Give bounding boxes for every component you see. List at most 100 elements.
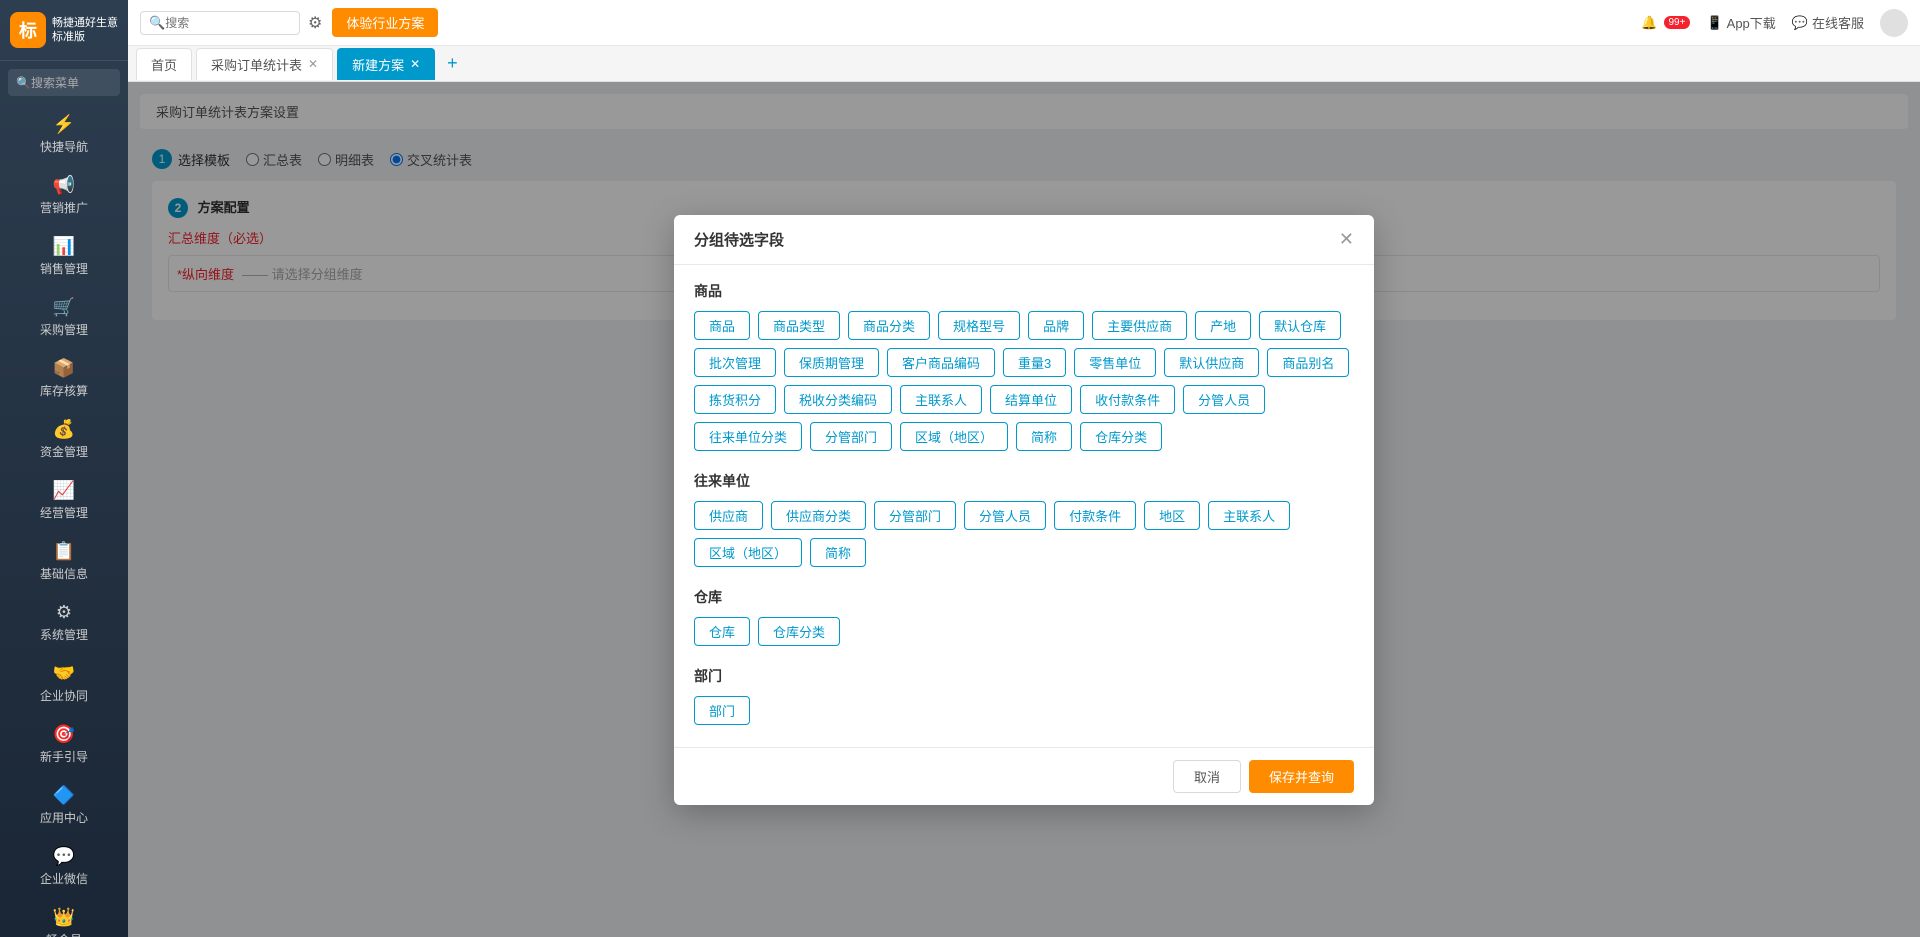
field-tag[interactable]: 简称 bbox=[810, 538, 866, 567]
field-tag[interactable]: 税收分类编码 bbox=[784, 385, 892, 414]
field-tag[interactable]: 分管人员 bbox=[964, 501, 1046, 530]
dialog-close-button[interactable]: ✕ bbox=[1339, 229, 1354, 250]
field-tag[interactable]: 分管部门 bbox=[874, 501, 956, 530]
sidebar-label: 资金管理 bbox=[40, 443, 88, 460]
tabs-plus-icon[interactable]: + bbox=[439, 53, 466, 74]
section-warehouse: 仓库仓库仓库分类 bbox=[694, 587, 1354, 646]
field-tag[interactable]: 商品别名 bbox=[1267, 348, 1349, 377]
section-title-product: 商品 bbox=[694, 281, 1354, 301]
tab-首页[interactable]: 首页 bbox=[136, 48, 192, 80]
field-tag[interactable]: 商品 bbox=[694, 311, 750, 340]
sidebar-item-采购管理[interactable]: 🛒 采购管理 bbox=[0, 287, 128, 348]
sidebar-label: 基础信息 bbox=[40, 565, 88, 582]
cancel-button[interactable]: 取消 bbox=[1173, 760, 1241, 793]
field-tag[interactable]: 仓库 bbox=[694, 617, 750, 646]
sidebar-item-新手引导[interactable]: 🎯新手引导 bbox=[0, 714, 128, 775]
field-tag[interactable]: 主要供应商 bbox=[1092, 311, 1187, 340]
sidebar-icon: 💬 bbox=[53, 846, 75, 867]
app-download-icon: 📱 bbox=[1706, 15, 1722, 31]
tab-采购订单统计表[interactable]: 采购订单统计表 ✕ bbox=[196, 48, 333, 80]
field-tag[interactable]: 结算单位 bbox=[990, 385, 1072, 414]
sidebar-label: 营销推广 bbox=[40, 199, 88, 216]
sidebar-icon: 👑 bbox=[53, 907, 75, 928]
sidebar-label: 新手引导 bbox=[40, 748, 88, 765]
field-tag[interactable]: 收付款条件 bbox=[1080, 385, 1175, 414]
field-tag[interactable]: 客户商品编码 bbox=[887, 348, 995, 377]
search-input[interactable] bbox=[165, 16, 285, 30]
sidebar-icon: 🔷 bbox=[53, 785, 75, 806]
field-tag[interactable]: 区域（地区） bbox=[900, 422, 1008, 451]
sidebar-item-销售管理[interactable]: 📊销售管理 bbox=[0, 226, 128, 287]
field-tag[interactable]: 产地 bbox=[1195, 311, 1251, 340]
sidebar-item-营销推广[interactable]: 📢营销推广 bbox=[0, 165, 128, 226]
dialog-overlay: 分组待选字段 ✕ 商品商品商品类型商品分类规格型号品牌主要供应商产地默认仓库批次… bbox=[128, 82, 1920, 937]
sidebar-label: 采购管理 bbox=[40, 321, 88, 338]
field-tag[interactable]: 品牌 bbox=[1028, 311, 1084, 340]
tab-close-icon[interactable]: ✕ bbox=[410, 57, 420, 71]
field-tag[interactable]: 主联系人 bbox=[900, 385, 982, 414]
sidebar-icon: ⚡ bbox=[53, 114, 75, 135]
field-tag[interactable]: 地区 bbox=[1144, 501, 1200, 530]
sidebar-icon: 📋 bbox=[53, 541, 75, 562]
notification-item[interactable]: 🔔 99+ bbox=[1641, 15, 1690, 31]
tab-新建方案[interactable]: 新建方案✕ bbox=[337, 48, 435, 80]
field-tag[interactable]: 供应商分类 bbox=[771, 501, 866, 530]
field-tag[interactable]: 商品类型 bbox=[758, 311, 840, 340]
tab-label: 首页 bbox=[151, 55, 177, 74]
online-service-item[interactable]: 💬 在线客服 bbox=[1792, 13, 1864, 32]
sidebar-item-基础信息[interactable]: 📋 基础信息 bbox=[0, 531, 128, 592]
section-partner: 往来单位供应商供应商分类分管部门分管人员付款条件地区主联系人区域（地区）简称 bbox=[694, 471, 1354, 567]
sidebar-item-企业微信[interactable]: 💬企业微信 bbox=[0, 836, 128, 897]
field-tag[interactable]: 商品分类 bbox=[848, 311, 930, 340]
field-tag[interactable]: 仓库分类 bbox=[1080, 422, 1162, 451]
notification-badge: 99+ bbox=[1664, 16, 1691, 29]
sidebar-item-系统管理[interactable]: ⚙系统管理 bbox=[0, 592, 128, 653]
field-tag[interactable]: 保质期管理 bbox=[784, 348, 879, 377]
field-tag[interactable]: 付款条件 bbox=[1054, 501, 1136, 530]
field-tag[interactable]: 主联系人 bbox=[1208, 501, 1290, 530]
sidebar-label: 应用中心 bbox=[40, 809, 88, 826]
tab-close-icon[interactable]: ✕ bbox=[308, 57, 318, 71]
field-tag[interactable]: 重量3 bbox=[1003, 348, 1066, 377]
sidebar-item-畅会员[interactable]: 👑 畅会员 bbox=[0, 897, 128, 937]
settings-icon[interactable]: ⚙ bbox=[308, 13, 322, 33]
sidebar-icon: 📦 bbox=[53, 358, 75, 379]
field-tag[interactable]: 分管部门 bbox=[810, 422, 892, 451]
sidebar-item-应用中心[interactable]: 🔷 应用中心 bbox=[0, 775, 128, 836]
field-tag[interactable]: 简称 bbox=[1016, 422, 1072, 451]
sidebar-label: 企业协同 bbox=[40, 687, 88, 704]
logo-text: 畅捷通好生意 标准版 bbox=[52, 16, 118, 45]
field-tag[interactable]: 往来单位分类 bbox=[694, 422, 802, 451]
field-tag[interactable]: 批次管理 bbox=[694, 348, 776, 377]
service-icon: 💬 bbox=[1792, 15, 1808, 31]
sidebar-item-快捷导航[interactable]: ⚡快捷导航 bbox=[0, 104, 128, 165]
field-tag[interactable]: 默认仓库 bbox=[1259, 311, 1341, 340]
sidebar-item-企业协同[interactable]: 🤝企业协同 bbox=[0, 653, 128, 714]
field-tag[interactable]: 默认供应商 bbox=[1164, 348, 1259, 377]
field-tag[interactable]: 拣货积分 bbox=[694, 385, 776, 414]
sidebar-logo: 标 畅捷通好生意 标准版 bbox=[0, 0, 128, 61]
sidebar-icon: ⚙ bbox=[56, 602, 72, 623]
tab-label: 采购订单统计表 bbox=[211, 55, 302, 74]
sidebar-icon: 🛒 bbox=[53, 297, 75, 318]
field-tag[interactable]: 部门 bbox=[694, 696, 750, 725]
field-tag[interactable]: 分管人员 bbox=[1183, 385, 1265, 414]
sidebar-label: 畅会员 bbox=[46, 931, 82, 937]
dialog-header: 分组待选字段 ✕ bbox=[674, 215, 1374, 265]
sidebar-item-经营管理[interactable]: 📈经营管理 bbox=[0, 470, 128, 531]
avatar[interactable] bbox=[1880, 9, 1908, 37]
experience-btn[interactable]: 体验行业方案 bbox=[332, 8, 438, 37]
sidebar: 标 畅捷通好生意 标准版 🔍 搜索菜单 ⚡快捷导航📢营销推广📊销售管理 🛒 采购管理… bbox=[0, 0, 128, 937]
tabs-bar: 首页采购订单统计表✕新建方案✕ + bbox=[128, 46, 1920, 82]
field-tag[interactable]: 供应商 bbox=[694, 501, 763, 530]
field-tag[interactable]: 区域（地区） bbox=[694, 538, 802, 567]
header-right: 🔔 99+ 📱 App下载 💬 在线客服 bbox=[1641, 9, 1908, 37]
field-tag[interactable]: 仓库分类 bbox=[758, 617, 840, 646]
sidebar-item-资金管理[interactable]: 💰资金管理 bbox=[0, 409, 128, 470]
field-tag[interactable]: 零售单位 bbox=[1074, 348, 1156, 377]
confirm-button[interactable]: 保存并查询 bbox=[1249, 760, 1354, 793]
field-tag[interactable]: 规格型号 bbox=[938, 311, 1020, 340]
app-download-item[interactable]: 📱 App下载 bbox=[1706, 13, 1775, 32]
sidebar-item-库存核算[interactable]: 📦库存核算 bbox=[0, 348, 128, 409]
sidebar-search-btn[interactable]: 🔍 搜索菜单 bbox=[8, 69, 120, 96]
